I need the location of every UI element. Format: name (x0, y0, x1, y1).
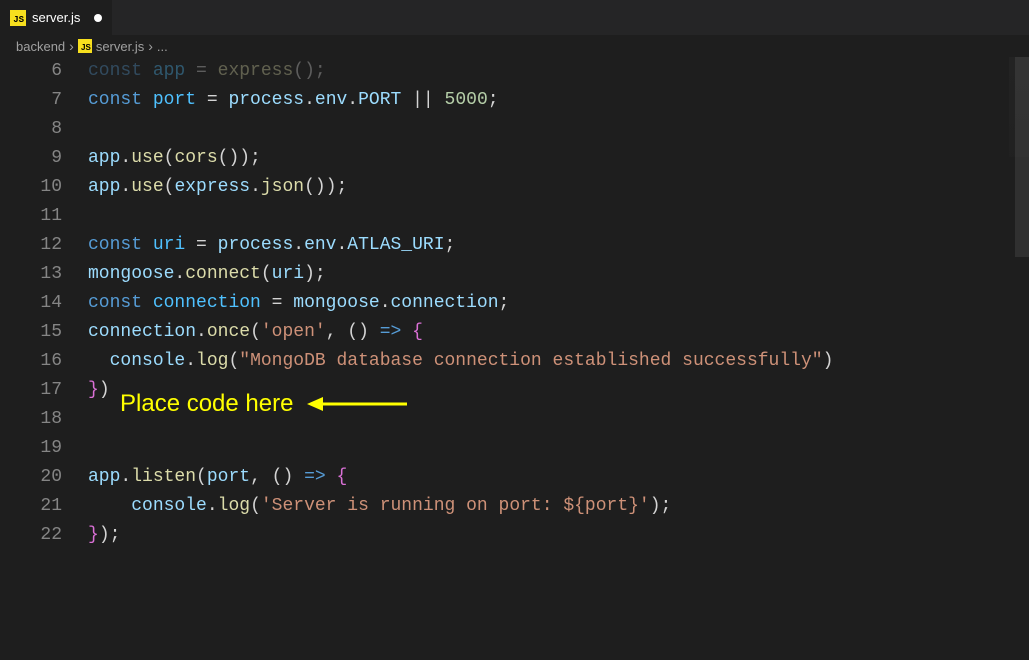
tab-server-js[interactable]: JS server.js (0, 0, 113, 35)
unsaved-indicator-icon[interactable] (94, 14, 102, 22)
chevron-right-icon: › (148, 38, 153, 54)
annotation-text: Place code here (120, 390, 293, 418)
breadcrumb-symbol[interactable]: ... (157, 39, 168, 54)
annotation-overlay: Place code here (120, 390, 407, 418)
breadcrumb: backend › JS server.js › ... (0, 35, 1029, 57)
javascript-file-icon: JS (10, 10, 26, 26)
line-number-gutter: 6 7 8 9 10 11 12 13 14 15 16 17 18 19 20… (0, 57, 88, 550)
breadcrumb-filename[interactable]: server.js (96, 39, 144, 54)
vertical-scrollbar[interactable] (1015, 57, 1029, 660)
breadcrumb-folder[interactable]: backend (16, 39, 65, 54)
scrollbar-thumb[interactable] (1015, 57, 1029, 257)
arrow-left-icon (307, 394, 407, 414)
tab-bar: JS server.js (0, 0, 1029, 35)
tab-title: server.js (32, 10, 80, 25)
code-content[interactable]: const app = express(); const port = proc… (88, 57, 1029, 550)
code-editor[interactable]: 6 7 8 9 10 11 12 13 14 15 16 17 18 19 20… (0, 57, 1029, 550)
chevron-right-icon: › (69, 38, 74, 54)
javascript-file-icon: JS (78, 39, 92, 53)
